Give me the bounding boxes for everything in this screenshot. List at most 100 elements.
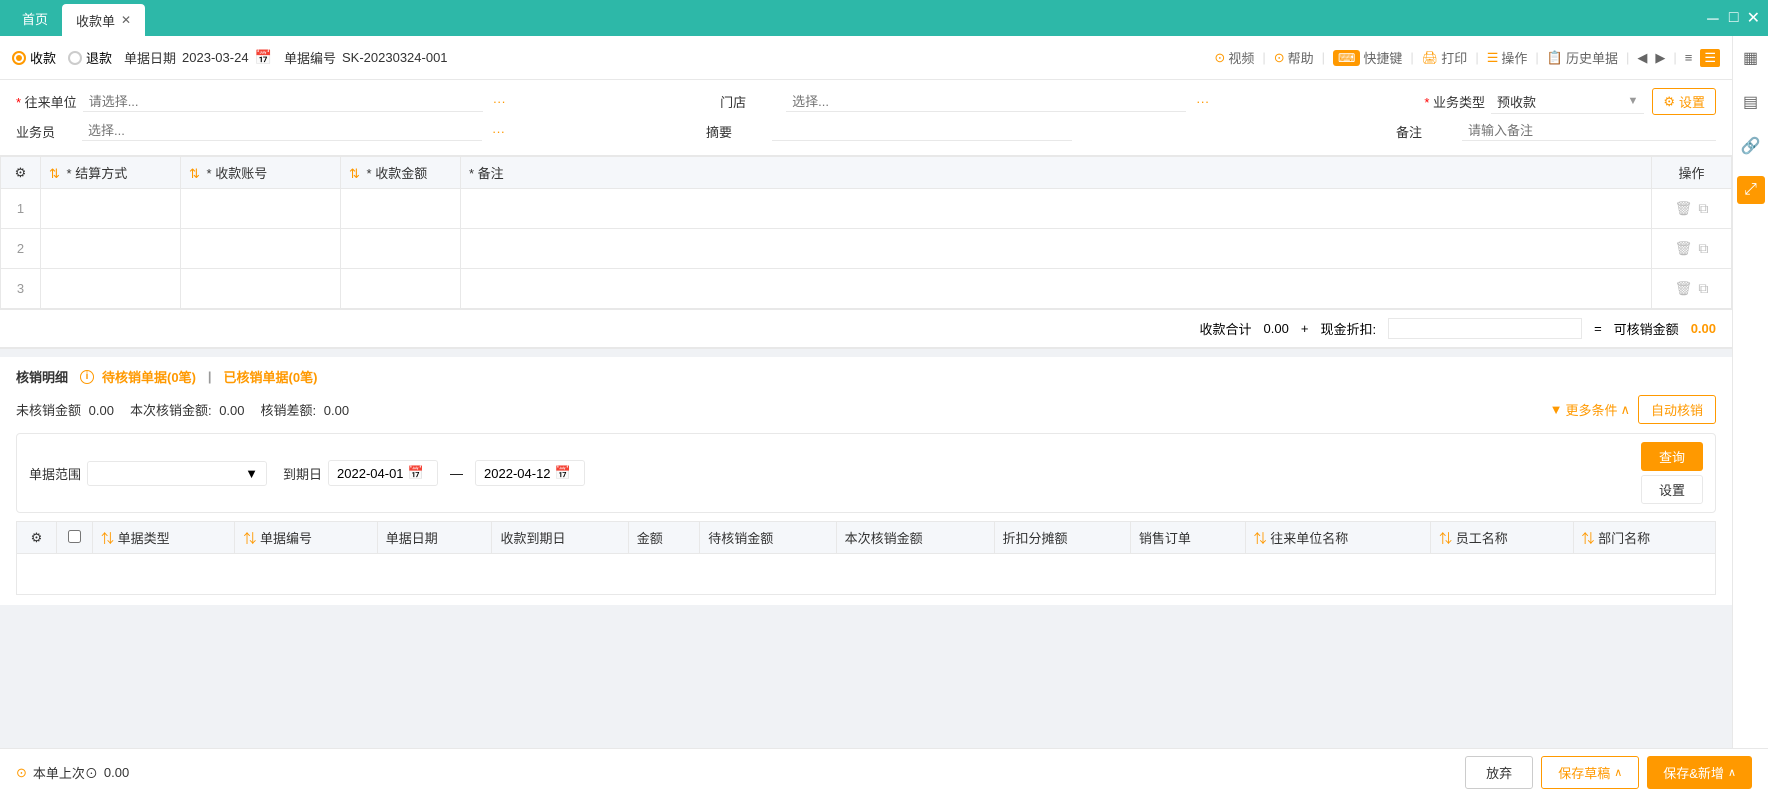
- bill-no-field: 单据编号 SK-20230324-001: [284, 48, 448, 67]
- date-from-input[interactable]: 2022-04-01 📅: [328, 460, 438, 486]
- dt-col-current: 本次核销金额: [836, 522, 994, 554]
- shortcut-btn[interactable]: ⌨ 快捷键: [1333, 48, 1402, 67]
- save-draft-btn[interactable]: 保存草稿 ∧: [1541, 756, 1639, 789]
- remark-cell[interactable]: [461, 269, 1652, 309]
- dt-sort-type-icon[interactable]: ⇅: [101, 531, 114, 546]
- delete-icon[interactable]: 🗑: [1675, 200, 1693, 217]
- nav-left-icon[interactable]: ◀: [1637, 50, 1647, 66]
- layout1-icon[interactable]: ≡: [1685, 50, 1693, 65]
- settle-method-cell[interactable]: [41, 269, 181, 309]
- sidebar-link-icon[interactable]: 🔗: [1737, 132, 1765, 160]
- salesperson-input[interactable]: [82, 121, 482, 141]
- more-conditions-btn[interactable]: ▼ 更多条件 ∧: [1550, 400, 1630, 419]
- bottom-info-icon: ⊙: [16, 765, 27, 781]
- settle-method-cell[interactable]: [41, 189, 181, 229]
- store-more-icon[interactable]: ···: [1196, 94, 1209, 109]
- dt-sort-employee-icon[interactable]: ⇅: [1439, 531, 1452, 546]
- bill-no-value: SK-20230324-001: [342, 50, 448, 65]
- amount-cell[interactable]: [341, 229, 461, 269]
- delete-icon[interactable]: 🗑: [1675, 280, 1693, 297]
- tab-close-icon[interactable]: ✕: [121, 13, 131, 27]
- row-num: 1: [1, 189, 41, 229]
- diff-stat: 核销差额: 0.00: [261, 400, 350, 419]
- col-account-sort-icon[interactable]: ⇅: [189, 166, 200, 181]
- dt-col-employee: ⇅ 员工名称: [1431, 522, 1573, 554]
- help-btn[interactable]: ⊙ 帮助: [1274, 48, 1314, 67]
- tab-home[interactable]: 首页: [8, 0, 62, 36]
- account-cell[interactable]: [181, 189, 341, 229]
- col-amount-sort-icon[interactable]: ⇅: [349, 166, 360, 181]
- dt-col-checkbox[interactable]: [57, 522, 93, 554]
- remark-input[interactable]: [1462, 121, 1716, 141]
- window-minimize-icon[interactable]: －: [1705, 6, 1721, 30]
- window-close-icon[interactable]: ✕: [1747, 8, 1760, 28]
- unverified-label: 未核销金额: [16, 403, 81, 418]
- settle-method-cell[interactable]: [41, 229, 181, 269]
- window-maximize-icon[interactable]: □: [1729, 9, 1739, 27]
- calendar-icon[interactable]: 📅: [255, 49, 272, 66]
- query-btn[interactable]: 查询: [1641, 442, 1703, 471]
- data-table-wrapper: ⚙ ⇅ 单据类型 ⇅ 单据编号 单据日期 收款到期日 金额 待: [16, 521, 1716, 595]
- verify-title: 核销明细 i 待核销单据(0笔) | 已核销单据(0笔): [16, 367, 1716, 386]
- tab-done[interactable]: 已核销单据(0笔): [224, 367, 318, 386]
- account-cell[interactable]: [181, 229, 341, 269]
- dt-col-no: ⇅ 单据编号: [235, 522, 377, 554]
- counterpart-input[interactable]: [83, 92, 483, 112]
- copy-icon[interactable]: ⧉: [1698, 200, 1708, 217]
- discount-label: 现金折扣:: [1320, 319, 1376, 338]
- dt-sort-counterpart-icon[interactable]: ⇅: [1254, 531, 1267, 546]
- filter-icon: ▼: [1550, 402, 1563, 417]
- video-btn[interactable]: ⊙ 视频: [1214, 48, 1254, 67]
- op-cell: 🗑 ⧉: [1652, 269, 1732, 309]
- calendar-to-icon[interactable]: 📅: [555, 465, 571, 481]
- salesperson-more-icon[interactable]: ···: [492, 124, 505, 139]
- filter-settings-btn[interactable]: 设置: [1641, 475, 1703, 504]
- account-cell[interactable]: [181, 269, 341, 309]
- store-input[interactable]: [786, 92, 1186, 112]
- remark-cell[interactable]: [461, 189, 1652, 229]
- save-new-btn[interactable]: 保存&新增 ∧: [1647, 756, 1752, 789]
- plus-sign: +: [1301, 321, 1309, 336]
- counterpart-more-icon[interactable]: ···: [493, 94, 506, 109]
- shortcut-label: 快捷键: [1363, 48, 1402, 67]
- amount-cell[interactable]: [341, 189, 461, 229]
- tab-pending[interactable]: 待核销单据(0笔): [102, 367, 196, 386]
- tab-receipt[interactable]: 收款单 ✕: [62, 4, 145, 36]
- bottom-bar: ⊙ 本单上次⊙ 0.00 放弃 保存草稿 ∧ 保存&新增 ∧: [0, 748, 1768, 796]
- row-num: 3: [1, 269, 41, 309]
- delete-icon[interactable]: 🗑: [1675, 240, 1693, 257]
- amount-cell[interactable]: [341, 269, 461, 309]
- dt-sort-no-icon[interactable]: ⇅: [243, 531, 256, 546]
- form-settings-btn[interactable]: ⚙ 设置: [1652, 88, 1716, 115]
- range-select[interactable]: ▼: [87, 461, 267, 486]
- remark-cell[interactable]: [461, 229, 1652, 269]
- auto-verify-btn[interactable]: 自动核销: [1638, 395, 1716, 424]
- calendar-from-icon[interactable]: 📅: [408, 465, 424, 481]
- history-btn[interactable]: 📋 历史单据: [1547, 48, 1618, 67]
- operation-btn[interactable]: ☰ 操作: [1487, 48, 1528, 67]
- col-amount-header: ⇅ * 收款金额: [341, 157, 461, 189]
- date-to-input[interactable]: 2022-04-12 📅: [475, 460, 585, 486]
- abandon-btn[interactable]: 放弃: [1465, 756, 1533, 789]
- bottom-current-label: 本单上次⊙: [33, 763, 98, 782]
- radio-receipt[interactable]: 收款: [12, 48, 56, 67]
- sidebar-list-icon[interactable]: ▤: [1737, 88, 1765, 116]
- radio-refund[interactable]: 退款: [68, 48, 112, 67]
- col-settle-sort-icon[interactable]: ⇅: [49, 166, 60, 181]
- verify-info-icon[interactable]: i: [80, 370, 94, 384]
- copy-icon[interactable]: ⧉: [1698, 280, 1708, 297]
- sidebar-expand-icon[interactable]: ⤢: [1737, 176, 1765, 204]
- col-settings-header[interactable]: ⚙: [1, 157, 41, 189]
- select-all-checkbox[interactable]: [68, 530, 81, 543]
- sidebar-table-icon[interactable]: ▦: [1737, 44, 1765, 72]
- dt-col-settings[interactable]: ⚙: [17, 522, 57, 554]
- biz-type-select[interactable]: 预收款 ▼: [1491, 90, 1644, 114]
- dt-col-discount: 折扣分摊额: [994, 522, 1130, 554]
- layout2-icon[interactable]: ☰: [1700, 49, 1720, 67]
- discount-input[interactable]: [1388, 318, 1582, 339]
- nav-right-icon[interactable]: ▶: [1655, 50, 1665, 66]
- dt-sort-dept-icon[interactable]: ⇅: [1582, 531, 1595, 546]
- print-btn[interactable]: 🖨 打印: [1422, 48, 1468, 67]
- summary-input[interactable]: [772, 121, 1072, 141]
- copy-icon[interactable]: ⧉: [1698, 240, 1708, 257]
